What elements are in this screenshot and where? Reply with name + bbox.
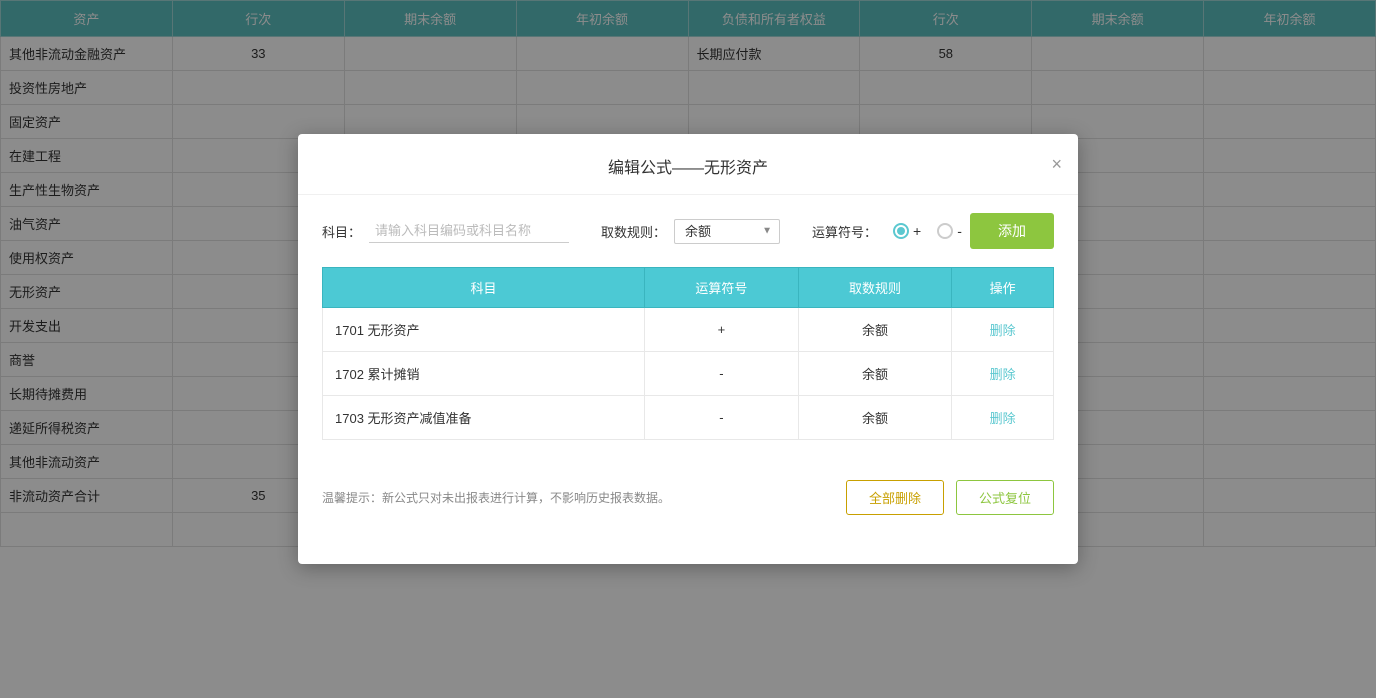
modal-footer: 温馨提示：新公式只对未出报表进行计算，不影响历史报表数据。 全部删除 公式复位 — [298, 460, 1078, 515]
radio-plus-circle — [893, 223, 909, 239]
row1-rule: 余额 — [798, 308, 952, 352]
row3-subject: 1703 无形资产减值准备 — [323, 396, 645, 440]
delete-all-button[interactable]: 全部删除 — [846, 480, 944, 515]
radio-plus-item[interactable]: + — [893, 223, 921, 239]
modal-overlay: 编辑公式——无形资产 × 科目： 取数规则： 余额 借方 贷方 借方发生额 贷方… — [0, 0, 1376, 698]
table-row: 1702 累计摊销 - 余额 删除 — [323, 352, 1054, 396]
modal-form-row: 科目： 取数规则： 余额 借方 贷方 借方发生额 贷方发生额 ▼ 运算符号： — [298, 195, 1078, 267]
footer-buttons: 全部删除 公式复位 — [846, 480, 1054, 515]
rule-select[interactable]: 余额 借方 贷方 借方发生额 贷方发生额 — [674, 219, 780, 244]
reset-formula-button[interactable]: 公式复位 — [956, 480, 1054, 515]
radio-plus-label: + — [913, 223, 921, 239]
row2-subject: 1702 累计摊销 — [323, 352, 645, 396]
row1-subject: 1701 无形资产 — [323, 308, 645, 352]
modal-title: 编辑公式——无形资产 — [608, 160, 768, 177]
row1-operator: + — [645, 308, 799, 352]
col-action: 操作 — [952, 268, 1054, 308]
radio-group: + - — [893, 223, 962, 239]
modal-dialog: 编辑公式——无形资产 × 科目： 取数规则： 余额 借方 贷方 借方发生额 贷方… — [298, 134, 1078, 564]
col-subject: 科目 — [323, 268, 645, 308]
operator-section: 运算符号： + - — [812, 222, 962, 241]
rule-label: 取数规则： — [601, 222, 666, 241]
formula-table: 科目 运算符号 取数规则 操作 1701 无形资产 + 余额 删除 — [322, 267, 1054, 440]
col-rule: 取数规则 — [798, 268, 952, 308]
data-table-wrap: 科目 运算符号 取数规则 操作 1701 无形资产 + 余额 删除 — [298, 267, 1078, 440]
table-row: 1703 无形资产减值准备 - 余额 删除 — [323, 396, 1054, 440]
row2-operator: - — [645, 352, 799, 396]
rule-select-wrap: 余额 借方 贷方 借方发生额 贷方发生额 ▼ — [674, 219, 780, 244]
row2-action-cell: 删除 — [952, 352, 1054, 396]
radio-minus-item[interactable]: - — [937, 223, 962, 239]
rule-section: 取数规则： 余额 借方 贷方 借方发生额 贷方发生额 ▼ — [601, 219, 780, 244]
row2-delete-button[interactable]: 删除 — [990, 367, 1016, 382]
row1-action-cell: 删除 — [952, 308, 1054, 352]
table-row: 1701 无形资产 + 余额 删除 — [323, 308, 1054, 352]
table-header-row: 科目 运算符号 取数规则 操作 — [323, 268, 1054, 308]
row3-delete-button[interactable]: 删除 — [990, 411, 1016, 426]
modal-header: 编辑公式——无形资产 × — [298, 134, 1078, 195]
footer-hint: 温馨提示：新公式只对未出报表进行计算，不影响历史报表数据。 — [322, 489, 670, 506]
row3-operator: - — [645, 396, 799, 440]
radio-minus-circle — [937, 223, 953, 239]
add-button[interactable]: 添加 — [970, 213, 1054, 249]
row2-rule: 余额 — [798, 352, 952, 396]
row3-action-cell: 删除 — [952, 396, 1054, 440]
operator-label: 运算符号： — [812, 222, 877, 241]
col-operator: 运算符号 — [645, 268, 799, 308]
row1-delete-button[interactable]: 删除 — [990, 323, 1016, 338]
subject-label: 科目： — [322, 222, 361, 241]
radio-minus-label: - — [957, 223, 962, 239]
modal-close-button[interactable]: × — [1051, 155, 1062, 173]
subject-input[interactable] — [369, 219, 569, 243]
row3-rule: 余额 — [798, 396, 952, 440]
